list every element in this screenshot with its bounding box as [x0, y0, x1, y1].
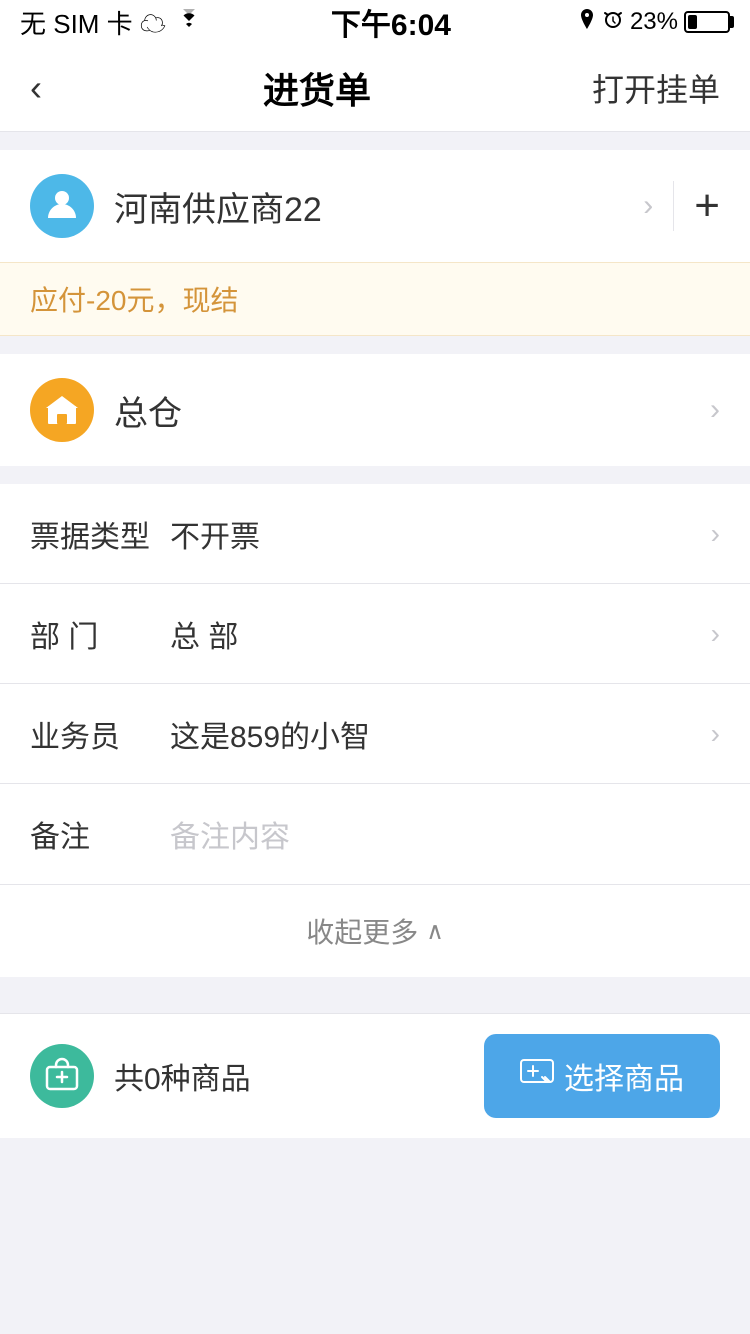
salesperson-label: 业务员 [30, 712, 160, 756]
nav-bar: ‹ 进货单 打开挂单 [0, 44, 750, 132]
collapse-label: 收起更多 [306, 911, 418, 951]
salesperson-chevron-icon: › [711, 718, 720, 750]
invoice-label: 票据类型 [30, 512, 160, 556]
supplier-chevron-icon: › [643, 189, 653, 223]
department-chevron-icon: › [711, 618, 720, 650]
product-icon-wrap [30, 1044, 94, 1108]
form-row-department[interactable]: 部 门 总 部 › [0, 584, 750, 684]
supplier-section: 河南供应商22 › + 应付-20元，现结 [0, 150, 750, 336]
warning-text: 应付-20元，现结 [30, 285, 238, 316]
supplier-divider [673, 181, 674, 231]
invoice-value: 不开票 [160, 512, 711, 556]
warehouse-row[interactable]: 总仓 › [0, 354, 750, 466]
remark-input[interactable]: 备注内容 [160, 812, 720, 856]
form-row-salesperson[interactable]: 业务员 这是859的小智 › [0, 684, 750, 784]
form-section: 票据类型 不开票 › 部 门 总 部 › 业务员 这是859的小智 › 备注 备… [0, 484, 750, 884]
supplier-name: 河南供应商22 [114, 182, 643, 231]
status-left: 无 SIM 卡 ☁ [20, 4, 204, 41]
product-icon [43, 1057, 81, 1095]
section-divider-3 [0, 466, 750, 484]
warning-banner: 应付-20元，现结 [0, 262, 750, 336]
select-product-label: 选择商品 [564, 1054, 684, 1098]
warehouse-section: 总仓 › [0, 354, 750, 466]
form-row-remark[interactable]: 备注 备注内容 [0, 784, 750, 884]
select-product-icon [520, 1058, 554, 1095]
select-product-button[interactable]: 选择商品 [484, 1034, 720, 1118]
salesperson-value: 这是859的小智 [160, 712, 711, 756]
department-label: 部 门 [30, 612, 160, 656]
section-divider-4 [0, 977, 750, 995]
battery-icon [684, 11, 730, 33]
warehouse-icon [44, 392, 80, 428]
status-bar: 无 SIM 卡 ☁ 下午6:04 23% [0, 0, 750, 44]
wifi-icon [174, 7, 204, 38]
status-right: 23% [578, 8, 730, 37]
product-count: 共0种商品 [114, 1054, 484, 1098]
alarm-icon [602, 8, 624, 37]
warehouse-chevron-icon: › [710, 393, 720, 427]
page-title: 进货单 [263, 62, 371, 114]
section-divider-1 [0, 132, 750, 150]
invoice-chevron-icon: › [711, 518, 720, 550]
sim-indicator: 无 SIM 卡 ☁ [20, 4, 166, 41]
collapse-arrow-icon: ∧ [426, 917, 444, 946]
status-time: 下午6:04 [331, 0, 451, 44]
warehouse-icon-wrap [30, 378, 94, 442]
supplier-row[interactable]: 河南供应商22 › + [0, 150, 750, 262]
section-divider-2 [0, 336, 750, 354]
bottom-bar: 共0种商品 选择商品 [0, 1013, 750, 1138]
add-supplier-button[interactable]: + [694, 181, 720, 231]
back-button[interactable]: ‹ [30, 67, 42, 109]
remark-label: 备注 [30, 812, 160, 856]
supplier-avatar [30, 174, 94, 238]
warehouse-name: 总仓 [114, 386, 710, 435]
open-pending-button[interactable]: 打开挂单 [592, 65, 720, 111]
main-content: 河南供应商22 › + 应付-20元，现结 总仓 › [0, 132, 750, 1138]
collapse-row[interactable]: 收起更多 ∧ [0, 884, 750, 977]
location-icon [578, 8, 596, 37]
form-row-invoice[interactable]: 票据类型 不开票 › [0, 484, 750, 584]
department-value: 总 部 [160, 612, 711, 656]
battery-text: 23% [630, 8, 678, 36]
avatar-icon [44, 184, 80, 229]
